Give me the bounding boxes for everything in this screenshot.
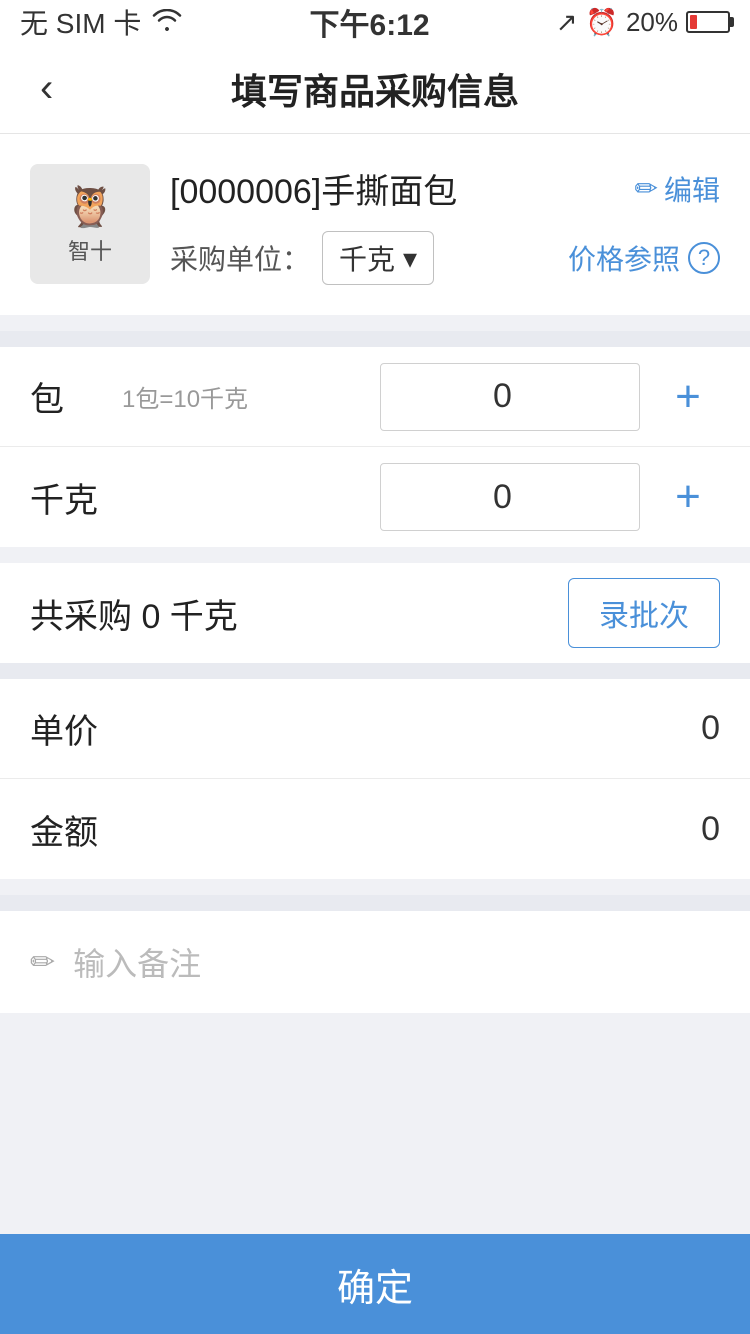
help-icon: ? bbox=[688, 242, 720, 274]
kg-label: 千克 bbox=[30, 473, 110, 522]
kg-plus-button[interactable]: + bbox=[656, 463, 720, 531]
edit-icon: ✏ bbox=[635, 172, 658, 205]
quantity-form: 包 1包=10千克 + 千克 + bbox=[0, 347, 750, 547]
status-time: 下午6:12 bbox=[310, 0, 430, 44]
no-sim-label: 无 SIM 卡 bbox=[20, 2, 141, 42]
divider-band-3 bbox=[0, 895, 750, 911]
divider-band-1 bbox=[0, 331, 750, 347]
kg-input[interactable] bbox=[380, 463, 640, 531]
alarm-icon: ⏰ bbox=[586, 7, 618, 38]
product-logo-icon: 🦉 bbox=[65, 183, 115, 230]
status-right: ↗ ⏰ 20% bbox=[556, 7, 730, 38]
back-button[interactable]: ‹ bbox=[30, 56, 63, 121]
bag-sub-label: 1包=10千克 bbox=[122, 379, 248, 414]
price-reference-button[interactable]: 价格参照 ? bbox=[568, 238, 720, 278]
unit-price-value: 0 bbox=[701, 709, 720, 748]
unit-select[interactable]: 千克 ▾ bbox=[322, 231, 434, 285]
confirm-label: 确定 bbox=[337, 1257, 413, 1312]
total-row: 共采购 0 千克 录批次 bbox=[0, 563, 750, 663]
remark-section[interactable]: ✏ 输入备注 bbox=[0, 911, 750, 1013]
unit-label: 采购单位： bbox=[170, 238, 310, 278]
bag-input[interactable] bbox=[380, 363, 640, 431]
pencil-icon: ✏ bbox=[30, 945, 55, 980]
unit-price-row: 单价 0 bbox=[0, 679, 750, 779]
status-left: 无 SIM 卡 bbox=[20, 2, 183, 42]
batch-button[interactable]: 录批次 bbox=[568, 578, 720, 648]
location-icon: ↗ bbox=[556, 7, 578, 38]
unit-dropdown-icon: ▾ bbox=[403, 242, 417, 275]
bag-row: 包 1包=10千克 + bbox=[0, 347, 750, 447]
unit-price-label: 单价 bbox=[30, 704, 98, 753]
page-title: 填写商品采购信息 bbox=[231, 63, 519, 115]
bag-plus-button[interactable]: + bbox=[656, 363, 720, 431]
edit-label: 编辑 bbox=[664, 169, 720, 209]
confirm-button[interactable]: 确定 bbox=[0, 1234, 750, 1334]
amount-label: 金额 bbox=[30, 805, 98, 854]
unit-value: 千克 bbox=[339, 238, 395, 278]
product-info: [0000006]手撕面包 ✏ 编辑 采购单位： 千克 ▾ 价格参照 ? bbox=[170, 164, 720, 285]
bag-label: 包 bbox=[30, 372, 110, 421]
amount-value: 0 bbox=[701, 810, 720, 849]
divider-band-2 bbox=[0, 663, 750, 679]
nav-bar: ‹ 填写商品采购信息 bbox=[0, 44, 750, 134]
kg-row: 千克 + bbox=[0, 447, 750, 547]
price-section: 单价 0 金额 0 bbox=[0, 679, 750, 879]
status-bar: 无 SIM 卡 下午6:12 ↗ ⏰ 20% bbox=[0, 0, 750, 44]
battery-percent: 20% bbox=[626, 7, 678, 38]
product-image: 🦉 智十 bbox=[30, 164, 150, 284]
product-name: [0000006]手撕面包 bbox=[170, 164, 457, 213]
total-label: 共采购 0 千克 bbox=[30, 589, 238, 638]
wifi-icon bbox=[151, 6, 183, 38]
remark-placeholder: 输入备注 bbox=[73, 939, 201, 985]
amount-row: 金额 0 bbox=[0, 779, 750, 879]
product-card: 🦉 智十 [0000006]手撕面包 ✏ 编辑 采购单位： 千克 ▾ bbox=[0, 134, 750, 315]
battery-icon bbox=[686, 11, 730, 33]
price-ref-label: 价格参照 bbox=[568, 238, 680, 278]
edit-button[interactable]: ✏ 编辑 bbox=[635, 169, 720, 209]
product-logo-text: 智十 bbox=[68, 234, 112, 266]
